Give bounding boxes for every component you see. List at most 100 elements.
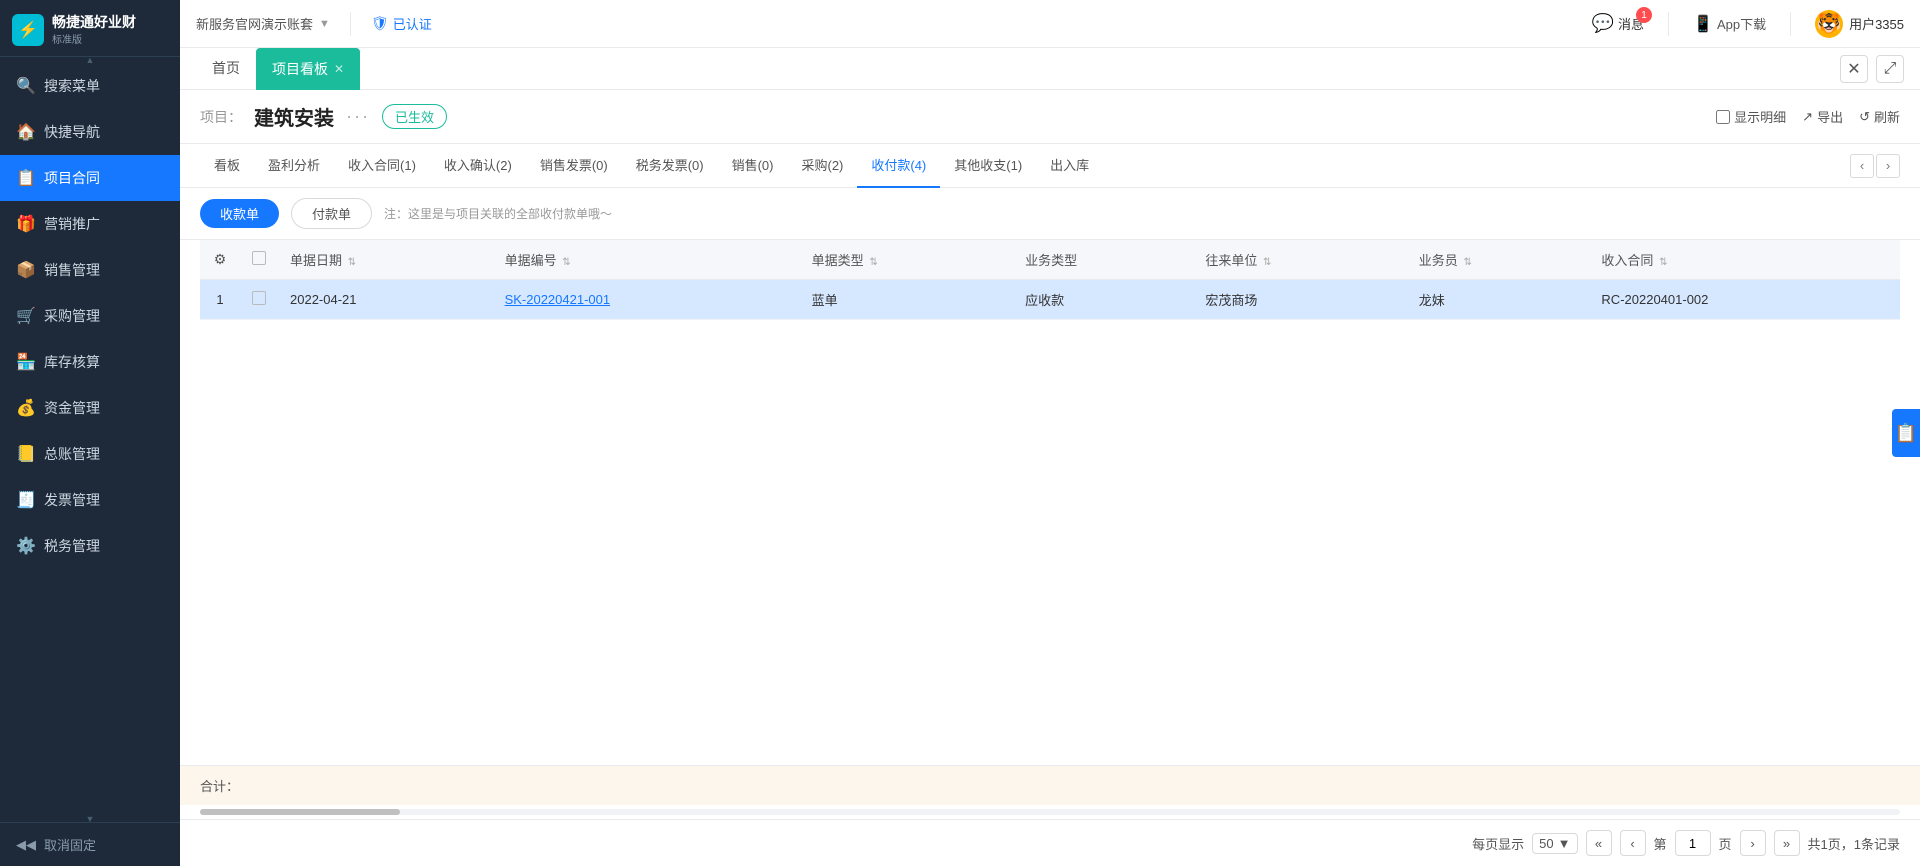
project-more-icon[interactable]: ··· [346, 106, 370, 127]
row-checkbox[interactable] [252, 291, 266, 305]
subtab-prev-icon[interactable]: ‹ [1850, 154, 1874, 178]
column-salesperson[interactable]: 业务员 ⇅ [1407, 240, 1590, 280]
select-all-checkbox[interactable] [252, 251, 266, 265]
total-records: 共1页，1条记录 [1808, 834, 1900, 853]
sidebar-item-sales[interactable]: 📦 销售管理 [0, 247, 180, 293]
per-page-select[interactable]: 50 ▼ [1532, 833, 1577, 854]
subtab-sales[interactable]: 销售(0) [718, 144, 788, 188]
tab-close-icon[interactable]: ✕ [334, 62, 344, 76]
per-page-label: 每页显示 [1472, 834, 1524, 853]
per-page-value: 50 [1539, 836, 1553, 851]
sidebar-item-finance[interactable]: 💰 资金管理 [0, 385, 180, 431]
sidebar-item-label: 营销推广 [44, 214, 100, 234]
sidebar-item-purchase[interactable]: 🛒 采购管理 [0, 293, 180, 339]
app-logo-text: 畅捷通好业财 [52, 14, 136, 31]
column-checkbox [240, 240, 278, 280]
panel-icon: 📋 [1895, 423, 1917, 444]
current-page-input[interactable] [1675, 830, 1711, 856]
tabbar: 首页 项目看板 ✕ ✕ ⤢ [180, 48, 1920, 90]
project-title: 建筑安装 [254, 102, 334, 131]
column-number[interactable]: 单据编号 ⇅ [493, 240, 800, 280]
column-partner[interactable]: 往来单位 ⇅ [1193, 240, 1406, 280]
home-icon: 🏠 [16, 122, 34, 142]
app-download-button[interactable]: 📱 App下载 [1693, 14, 1766, 34]
messages-button[interactable]: 💬 消息 1 [1592, 13, 1644, 34]
receipt-tab-button[interactable]: 收款单 [200, 199, 279, 228]
page-suffix: 页 [1719, 834, 1732, 853]
table-row[interactable]: 1 2022-04-21 SK-20220421-001 蓝单 应收款 宏茂商场… [200, 280, 1900, 320]
sidebar-item-search[interactable]: 🔍 搜索菜单 [0, 63, 180, 109]
column-settings[interactable]: ⚙ [200, 240, 240, 280]
page-prefix: 第 [1654, 834, 1667, 853]
cell-checkbox[interactable] [240, 280, 278, 320]
subtab-nav: ‹ › [1850, 154, 1900, 178]
floating-panel-button[interactable]: 📋 [1892, 409, 1920, 457]
project-header-actions: 显示明细 ↗ 导出 ↺ 刷新 [1716, 107, 1900, 126]
subtab-next-icon[interactable]: › [1876, 154, 1900, 178]
certified-badge: 🛡 已认证 [371, 14, 432, 33]
sidebar-item-label: 税务管理 [44, 536, 100, 556]
subtabs: 看板 盈利分析 收入合同(1) 收入确认(2) 销售发票(0) 税务发票(0) … [180, 144, 1920, 188]
scrollbar-row [180, 805, 1920, 819]
first-page-button[interactable]: « [1586, 830, 1612, 856]
subtab-inout[interactable]: 出入库 [1036, 144, 1103, 188]
topbar-divider [350, 12, 351, 36]
cell-number[interactable]: SK-20220421-001 [493, 280, 800, 320]
tax-icon: ⚙️ [16, 536, 34, 556]
subtab-sales-invoice[interactable]: 销售发票(0) [526, 144, 622, 188]
scrollbar-thumb[interactable] [200, 809, 400, 815]
refresh-button[interactable]: ↺ 刷新 [1859, 107, 1900, 126]
subtab-other-expense[interactable]: 其他收支(1) [940, 144, 1036, 188]
tab-maximize-button[interactable]: ⤢ [1876, 55, 1904, 83]
user-name: 用户3355 [1849, 14, 1904, 33]
table-footer: 合计： [180, 765, 1920, 805]
tab-project-board[interactable]: 项目看板 ✕ [256, 48, 360, 90]
next-page-button[interactable]: › [1740, 830, 1766, 856]
tab-home-label: 首页 [212, 58, 240, 78]
account-name: 新服务官网演示账套 [196, 14, 313, 33]
tab-home[interactable]: 首页 [196, 48, 256, 90]
receipt-number-link[interactable]: SK-20220421-001 [505, 292, 611, 307]
messages-badge: 1 [1636, 7, 1652, 23]
show-detail-input[interactable] [1716, 110, 1730, 124]
sidebar-item-invoice[interactable]: 🧾 发票管理 [0, 477, 180, 523]
sidebar-item-quick-nav[interactable]: 🏠 快捷导航 [0, 109, 180, 155]
refresh-icon: ↺ [1859, 109, 1870, 125]
export-button[interactable]: ↗ 导出 [1802, 107, 1843, 126]
sidebar-item-marketing[interactable]: 🎁 营销推广 [0, 201, 180, 247]
sidebar-cancel-fixed[interactable]: ◀◀ 取消固定 [0, 822, 180, 866]
user-menu[interactable]: 🐯 用户3355 [1815, 10, 1904, 38]
show-detail-checkbox[interactable]: 显示明细 [1716, 107, 1786, 126]
sales-icon: 📦 [16, 260, 34, 280]
sidebar-item-tax[interactable]: ⚙️ 税务管理 [0, 523, 180, 569]
prev-page-button[interactable]: ‹ [1620, 830, 1646, 856]
subtab-purchase[interactable]: 采购(2) [787, 144, 857, 188]
subtab-income-confirm[interactable]: 收入确认(2) [430, 144, 526, 188]
sidebar-item-ledger[interactable]: 📒 总账管理 [0, 431, 180, 477]
subtab-tax-invoice[interactable]: 税务发票(0) [622, 144, 718, 188]
sidebar-item-label: 总账管理 [44, 444, 100, 464]
subtab-profit[interactable]: 盈利分析 [254, 144, 334, 188]
scrollbar-track[interactable] [200, 809, 1900, 815]
settings-icon: ⚙ [214, 251, 227, 267]
sidebar-item-label: 发票管理 [44, 490, 100, 510]
app-download-label: App下载 [1717, 14, 1766, 33]
payment-tab-button[interactable]: 付款单 [291, 198, 372, 229]
receipts-table: ⚙ 单据日期 ⇅ 单据编号 ⇅ [200, 240, 1900, 320]
column-income-contract[interactable]: 收入合同 ⇅ [1589, 240, 1900, 280]
export-icon: ↗ [1802, 109, 1813, 125]
sidebar-item-inventory[interactable]: 🏪 库存核算 [0, 339, 180, 385]
subtab-payment[interactable]: 收付款(4) [857, 144, 940, 188]
column-date[interactable]: 单据日期 ⇅ [278, 240, 493, 280]
sidebar-item-project-contract[interactable]: 📋 项目合同 [0, 155, 180, 201]
last-page-button[interactable]: » [1774, 830, 1800, 856]
account-selector[interactable]: 新服务官网演示账套 ▼ [196, 14, 330, 33]
subtab-board[interactable]: 看板 [200, 144, 254, 188]
project-label: 项目： [200, 107, 242, 127]
certified-text: 已认证 [393, 14, 432, 33]
tab-close-all-button[interactable]: ✕ [1840, 55, 1868, 83]
main-content: 新服务官网演示账套 ▼ 🛡 已认证 💬 消息 1 📱 App下载 🐯 [180, 0, 1920, 866]
subtab-income-contract[interactable]: 收入合同(1) [334, 144, 430, 188]
project-icon: 📋 [16, 168, 34, 188]
column-type[interactable]: 单据类型 ⇅ [800, 240, 1013, 280]
